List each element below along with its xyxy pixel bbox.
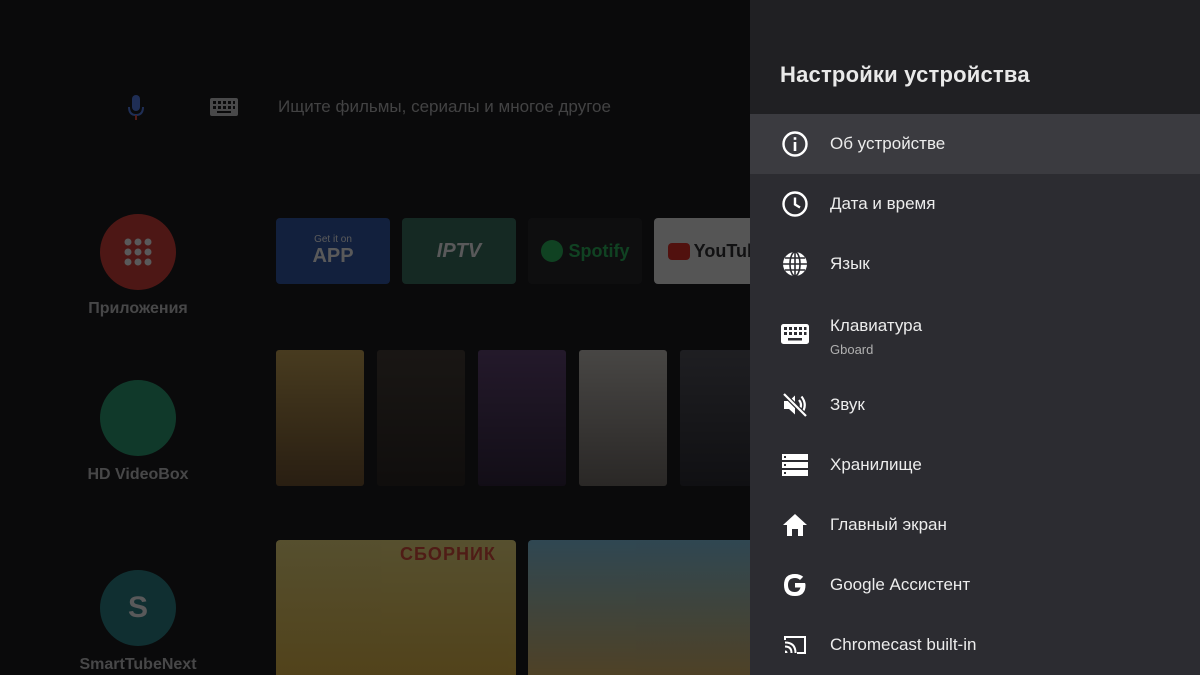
tile-caption: Get it on	[314, 234, 352, 245]
settings-item-label: Язык	[830, 254, 870, 273]
microphone-icon[interactable]	[126, 93, 146, 123]
tile-title: IPTV	[436, 239, 482, 262]
settings-item-label: Звук	[830, 395, 865, 414]
panel-title: Настройки устройства	[780, 62, 1030, 87]
settings-item-label: Дата и время	[830, 194, 936, 213]
home-icon	[780, 510, 810, 540]
app-label: SmartTubeNext	[79, 656, 197, 673]
settings-item-storage[interactable]: Хранилище	[750, 435, 1200, 495]
globe-icon	[780, 249, 810, 279]
settings-item-label: Google Ассистент	[830, 575, 971, 594]
tile-title: СБОРНИК	[400, 544, 496, 564]
keyboard-icon	[780, 319, 810, 349]
app-label: HD VideoBox	[87, 466, 189, 483]
apps-grid-icon	[100, 214, 176, 290]
get-it-on-app-tile[interactable]: Get it on APP	[276, 218, 390, 284]
settings-item-home-screen[interactable]: Главный экран	[750, 495, 1200, 555]
spotify-logo-icon	[540, 240, 563, 262]
settings-item-label: Клавиатура	[830, 316, 923, 335]
settings-item-label: Главный экран	[830, 515, 947, 534]
smarttubenext-icon: S	[100, 570, 176, 646]
cast-icon	[780, 630, 810, 660]
home-screen-background: Ищите фильмы, сериалы и многое другое Пр…	[0, 0, 750, 675]
cartoon-tile[interactable]	[528, 540, 750, 675]
hd-videobox-shortcut[interactable]: HD VideoBox	[60, 380, 216, 484]
youtube-logo-icon	[668, 242, 690, 260]
movie-poster[interactable]	[478, 350, 566, 486]
settings-item-label: Об устройстве	[830, 134, 946, 153]
spotify-tile[interactable]: Spotify	[528, 218, 642, 284]
cartoon-collection-tile[interactable]: СБОРНИК	[276, 540, 516, 675]
keyboard-search-icon[interactable]	[210, 98, 238, 116]
settings-item-sound[interactable]: Звук	[750, 375, 1200, 435]
movie-poster[interactable]	[680, 350, 750, 486]
movie-poster[interactable]	[276, 350, 364, 486]
device-settings-panel: Настройки устройства Об устройстве Дата …	[750, 0, 1200, 675]
movie-poster[interactable]	[377, 350, 465, 486]
settings-item-about[interactable]: Об устройстве	[750, 114, 1200, 174]
settings-item-language[interactable]: Язык	[750, 234, 1200, 294]
hd-videobox-icon	[100, 380, 176, 456]
tile-title: YouTube	[693, 240, 750, 261]
storage-icon	[780, 450, 810, 480]
google-icon	[780, 570, 810, 600]
tile-title: Spotify	[568, 240, 630, 261]
smarttubenext-shortcut[interactable]: S SmartTubeNext	[60, 570, 216, 674]
volume-off-icon	[780, 390, 810, 420]
settings-item-keyboard[interactable]: Клавиатура Gboard	[750, 294, 1200, 374]
apps-shortcut[interactable]: Приложения	[60, 214, 216, 318]
iptv-tile[interactable]: IPTV	[402, 218, 516, 284]
settings-item-label: Хранилище	[830, 455, 922, 474]
tile-title: APP	[312, 245, 354, 267]
search-input[interactable]: Ищите фильмы, сериалы и многое другое	[278, 97, 611, 117]
clock-icon	[780, 189, 810, 219]
settings-item-chromecast[interactable]: Chromecast built-in	[750, 615, 1200, 675]
settings-item-google-assistant[interactable]: Google Ассистент	[750, 555, 1200, 615]
settings-item-sublabel: Gboard	[830, 342, 874, 357]
panel-header: Настройки устройства	[750, 0, 1200, 114]
info-icon	[780, 129, 810, 159]
settings-item-date-time[interactable]: Дата и время	[750, 174, 1200, 234]
movie-poster[interactable]	[579, 350, 667, 486]
settings-item-label: Chromecast built-in	[830, 635, 977, 654]
app-label: Приложения	[88, 300, 188, 317]
youtube-tile[interactable]: YouTube	[654, 218, 750, 284]
